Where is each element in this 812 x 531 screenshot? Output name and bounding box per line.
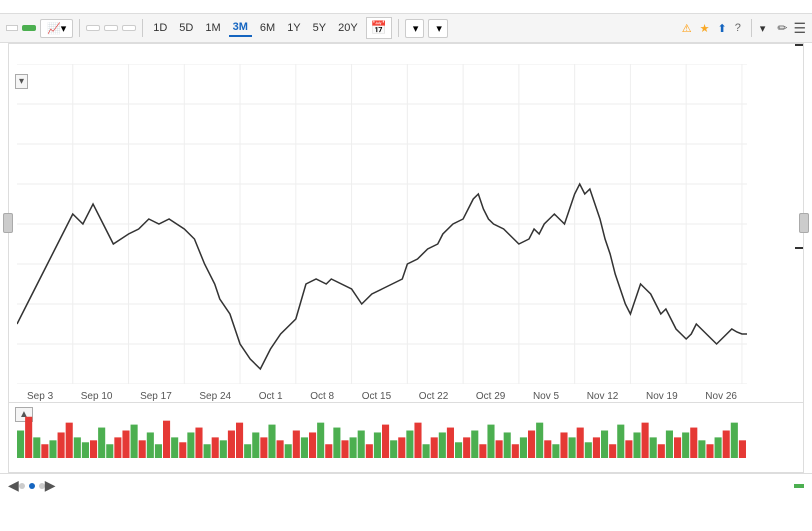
divider1 [79, 19, 80, 37]
x-sep17: Sep 17 [140, 391, 172, 402]
share-icon: ⬆ [718, 22, 727, 35]
y-axis [748, 44, 803, 402]
period-1d[interactable]: 1D [149, 20, 171, 36]
period-1y[interactable]: 1Y [283, 20, 304, 36]
x-nov19: Nov 19 [646, 391, 678, 402]
x-nov26: Nov 26 [705, 391, 737, 402]
next-arrow[interactable]: ▶ [45, 477, 56, 494]
x-nov5: Nov 5 [533, 391, 559, 402]
x-sep3: Sep 3 [27, 391, 53, 402]
toolbar-right: ⚠ ★ ⬆ ? ▾ ✏ ☰ [682, 19, 806, 37]
left-handle[interactable] [3, 213, 13, 233]
period-5y[interactable]: 5Y [309, 20, 330, 36]
x-sep24: Sep 24 [199, 391, 231, 402]
share-button[interactable]: ⬆ [718, 22, 729, 35]
price-line-chart [17, 64, 747, 384]
calendar-button[interactable]: 📅 [366, 17, 392, 39]
x-axis: Sep 3 Sep 10 Sep 17 Sep 24 Oct 1 Oct 8 O… [17, 391, 747, 402]
x-oct8: Oct 8 [310, 391, 334, 402]
period-6m[interactable]: 6M [256, 20, 279, 36]
view-dropdown[interactable]: ▾ [428, 19, 448, 38]
period-1m[interactable]: 1M [201, 20, 224, 36]
watch-button[interactable]: ★ [700, 22, 712, 35]
x-nov12: Nov 12 [587, 391, 619, 402]
chart-toolbar: 📈▾ 1D 5D 1M 3M 6M 1Y 5Y 20Y 📅 ▾ ▾ ⚠ ★ ⬆ … [0, 13, 812, 43]
period-3m[interactable]: 3M [229, 19, 252, 37]
green-value-box [794, 484, 804, 488]
settings-button[interactable] [122, 25, 136, 31]
page-dot-1 [19, 483, 25, 489]
main-chart-area: ▾ [8, 43, 804, 403]
templates-button[interactable]: ▾ [760, 22, 766, 35]
study-button[interactable] [86, 25, 100, 31]
star-icon: ★ [700, 22, 710, 35]
volume-chart-area: ▲ [8, 403, 804, 473]
tools-button[interactable] [104, 25, 118, 31]
period-5d[interactable]: 5D [175, 20, 197, 36]
hamburger-icon[interactable]: ☰ [793, 20, 806, 37]
prev-arrow[interactable]: ◀ [8, 477, 19, 494]
chart-type-button[interactable]: 📈▾ [40, 19, 73, 38]
x-oct1: Oct 1 [259, 391, 283, 402]
page-indicator [19, 483, 45, 489]
go-button[interactable] [22, 25, 36, 31]
x-oct15: Oct 15 [362, 391, 391, 402]
x-sep10: Sep 10 [81, 391, 113, 402]
current-price-tag [795, 44, 803, 46]
divider4 [751, 19, 752, 37]
help-button[interactable]: ? [735, 22, 743, 34]
divider3 [398, 19, 399, 37]
pencil-icon[interactable]: ✏ [777, 21, 787, 35]
chevron-down-icon: ▾ [760, 23, 766, 35]
bottom-bar: ◀ ▶ [0, 473, 812, 497]
interval-dropdown[interactable]: ▾ [405, 19, 425, 38]
period-20y[interactable]: 20Y [334, 20, 362, 36]
symbol-input[interactable] [6, 25, 18, 31]
help-icon: ? [735, 22, 741, 34]
price-label-overlay [795, 247, 803, 249]
alert-icon: ⚠ [682, 22, 692, 35]
x-oct22: Oct 22 [419, 391, 448, 402]
page-dot-2 [29, 483, 35, 489]
header [0, 0, 812, 13]
alerts-button[interactable]: ⚠ [682, 22, 694, 35]
volume-bar-chart [17, 403, 747, 458]
divider2 [142, 19, 143, 37]
x-oct29: Oct 29 [476, 391, 505, 402]
